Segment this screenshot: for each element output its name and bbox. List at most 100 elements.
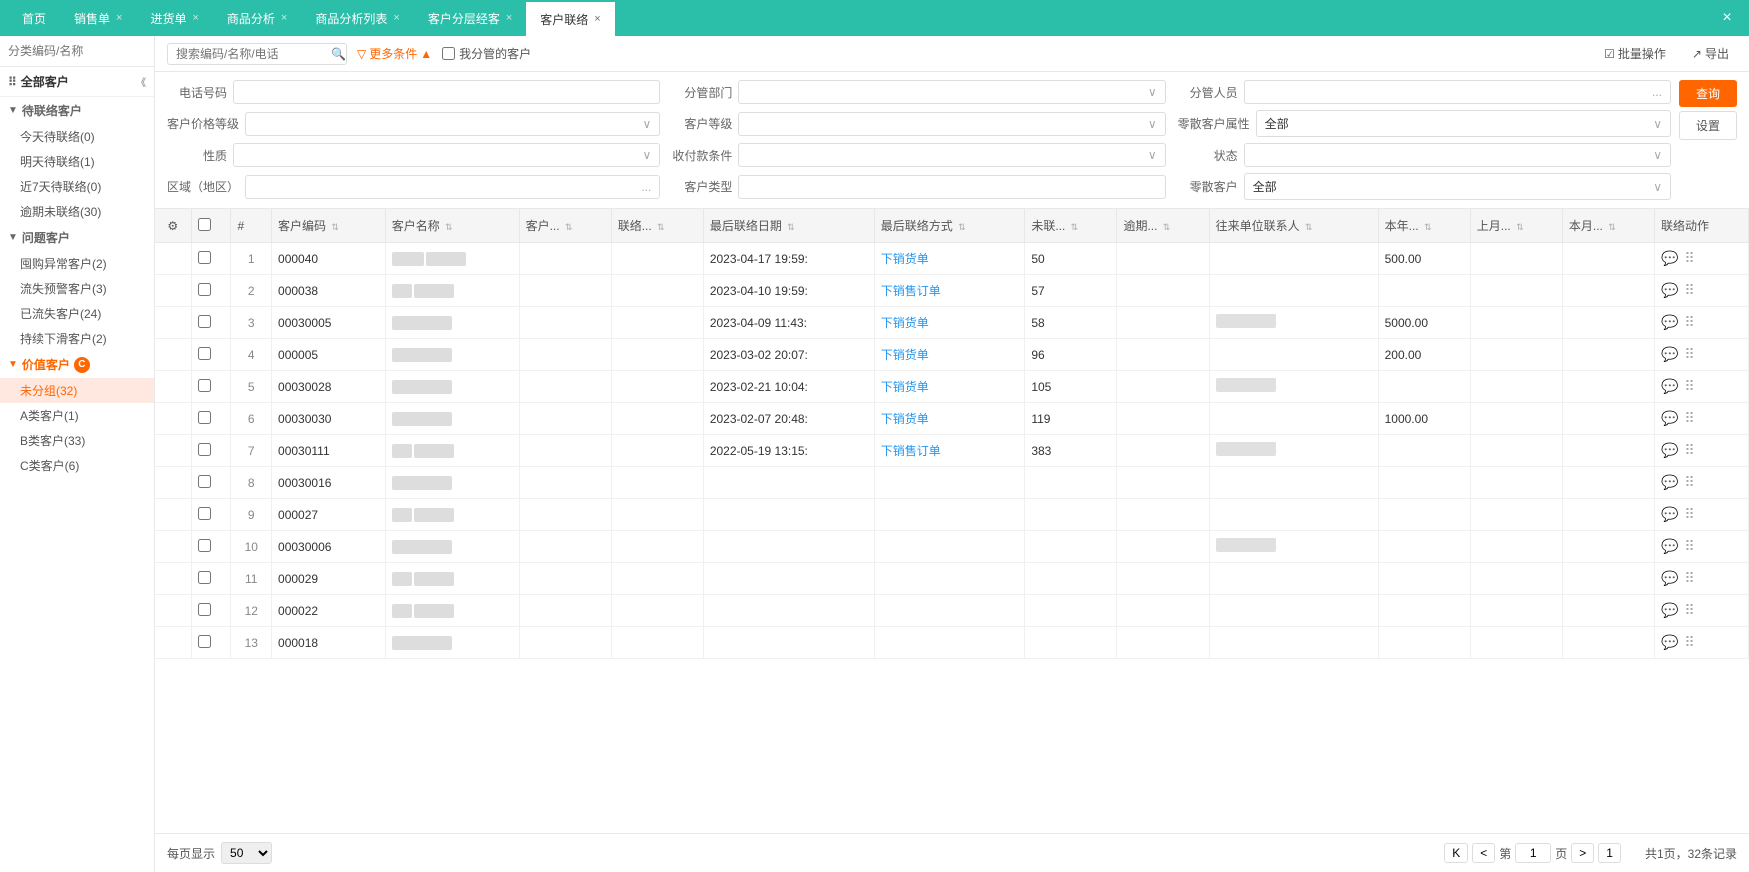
td-last-contact-method[interactable] [874,627,1025,659]
th-last-contact-method[interactable]: 最后联络方式 ⇅ [874,209,1025,243]
td-last-contact-method[interactable]: 下销货单 [874,307,1025,339]
reset-button[interactable]: 设置 [1679,111,1737,140]
filter-search-input[interactable] [176,47,331,61]
close-product-analysis-tab[interactable]: × [281,12,287,24]
sidebar-group-value[interactable]: ▼ 价值客户 C [0,351,154,378]
close-purchase-tab[interactable]: × [192,12,198,24]
filter-dept-select[interactable]: ∨ [738,80,1165,104]
message-icon[interactable]: 💬 [1661,250,1678,267]
contact-method-link[interactable]: 下销售订单 [881,284,941,298]
th-overdue[interactable]: 逾期... ⇅ [1117,209,1209,243]
nav-home[interactable]: 首页 [8,0,60,36]
sidebar-group-pending[interactable]: ▼ 待联络客户 [0,97,154,124]
th-last-contact-date[interactable]: 最后联络日期 ⇅ [703,209,874,243]
last-page-button[interactable]: 1 [1598,843,1621,863]
row-checkbox[interactable] [198,347,211,360]
window-close-button[interactable]: × [1713,4,1741,32]
nav-product-analysis[interactable]: 商品分析 × [213,0,301,36]
row-checkbox[interactable] [198,571,211,584]
td-last-contact-method[interactable]: 下销售订单 [874,275,1025,307]
message-icon[interactable]: 💬 [1661,570,1678,587]
row-checkbox[interactable] [198,539,211,552]
more-icon[interactable]: ⠿ [1684,634,1694,651]
row-checkbox[interactable] [198,635,211,648]
page-size-select[interactable]: 50 20 100 [221,842,272,864]
sidebar-item-churn-warning[interactable]: 流失预警客户(3) [0,276,154,301]
filter-customer-type-input[interactable] [738,175,1165,199]
th-checkbox[interactable] [191,209,231,243]
more-icon[interactable]: ⠿ [1684,442,1694,459]
filter-status-select[interactable]: ∨ [1244,143,1671,167]
th-this-month[interactable]: 本月... ⇅ [1562,209,1654,243]
filter-person-dotted[interactable]: ... [1244,80,1671,104]
sidebar-item-ungrouped[interactable]: 未分组(32) [0,378,154,403]
contact-method-link[interactable]: 下销货单 [881,412,929,426]
td-checkbox[interactable] [191,467,231,499]
message-icon[interactable]: 💬 [1661,506,1678,523]
close-sales-tab[interactable]: × [116,12,122,24]
td-checkbox[interactable] [191,563,231,595]
more-icon[interactable]: ⠿ [1684,250,1694,267]
td-checkbox[interactable] [191,531,231,563]
td-last-contact-method[interactable] [874,563,1025,595]
more-icon[interactable]: ⠿ [1684,282,1694,299]
sidebar-collapse-icon[interactable]: 《 [136,74,146,89]
next-page-button[interactable]: > [1571,843,1594,863]
message-icon[interactable]: 💬 [1661,474,1678,491]
sidebar-item-overdue[interactable]: 逾期未联络(30) [0,199,154,224]
sidebar-item-tomorrow[interactable]: 明天待联络(1) [0,149,154,174]
row-checkbox[interactable] [198,315,211,328]
contact-method-link[interactable]: 下销货单 [881,316,929,330]
th-contact[interactable]: 联络... ⇅ [611,209,703,243]
row-checkbox[interactable] [198,411,211,424]
filter-nature-select[interactable]: ∨ [233,143,660,167]
export-button[interactable]: ↗ 导出 [1684,42,1737,65]
th-settings[interactable]: ⚙ [155,209,191,243]
nav-customer-contact[interactable]: 客户联络 × [526,0,614,36]
td-last-contact-method[interactable]: 下销售订单 [874,435,1025,467]
more-icon[interactable]: ⠿ [1684,506,1694,523]
td-checkbox[interactable] [191,595,231,627]
close-customer-segment-tab[interactable]: × [506,12,512,24]
sidebar-search-input[interactable] [8,44,155,58]
sidebar-item-declining[interactable]: 持续下滑客户(2) [0,326,154,351]
td-last-contact-method[interactable] [874,467,1025,499]
row-checkbox[interactable] [198,507,211,520]
row-checkbox[interactable] [198,283,211,296]
td-last-contact-method[interactable] [874,531,1025,563]
th-contact-person[interactable]: 往来单位联系人 ⇅ [1209,209,1378,243]
row-checkbox[interactable] [198,379,211,392]
nav-purchase[interactable]: 进货单 × [136,0,212,36]
message-icon[interactable]: 💬 [1661,282,1678,299]
more-icon[interactable]: ⠿ [1684,602,1694,619]
td-last-contact-method[interactable] [874,499,1025,531]
td-checkbox[interactable] [191,243,231,275]
th-code[interactable]: 客户编码 ⇅ [272,209,386,243]
page-number-input[interactable] [1515,843,1551,863]
th-not-contact[interactable]: 未联... ⇅ [1025,209,1117,243]
more-icon[interactable]: ⠿ [1684,314,1694,331]
more-icon[interactable]: ⠿ [1684,378,1694,395]
th-this-year[interactable]: 本年... ⇅ [1378,209,1470,243]
filter-region-dotted[interactable]: ... [245,175,660,199]
td-last-contact-method[interactable]: 下销货单 [874,243,1025,275]
td-checkbox[interactable] [191,627,231,659]
row-checkbox[interactable] [198,251,211,264]
sidebar-item-churned[interactable]: 已流失客户(24) [0,301,154,326]
td-checkbox[interactable] [191,435,231,467]
prev-page-button[interactable]: < [1472,843,1495,863]
td-last-contact-method[interactable]: 下销货单 [874,403,1025,435]
batch-ops-button[interactable]: ☑ 批量操作 [1596,42,1674,65]
message-icon[interactable]: 💬 [1661,538,1678,555]
sidebar-item-class-a[interactable]: A类客户(1) [0,403,154,428]
td-last-contact-method[interactable] [874,595,1025,627]
filter-more-conditions[interactable]: ▽ 更多条件 ▲ [357,45,432,62]
sidebar-item-7days[interactable]: 近7天待联络(0) [0,174,154,199]
filter-payment-terms-select[interactable]: ∨ [738,143,1165,167]
sidebar-item-today[interactable]: 今天待联络(0) [0,124,154,149]
th-last-month[interactable]: 上月... ⇅ [1470,209,1562,243]
more-icon[interactable]: ⠿ [1684,346,1694,363]
message-icon[interactable]: 💬 [1661,410,1678,427]
td-last-contact-method[interactable]: 下销货单 [874,339,1025,371]
row-checkbox[interactable] [198,443,211,456]
